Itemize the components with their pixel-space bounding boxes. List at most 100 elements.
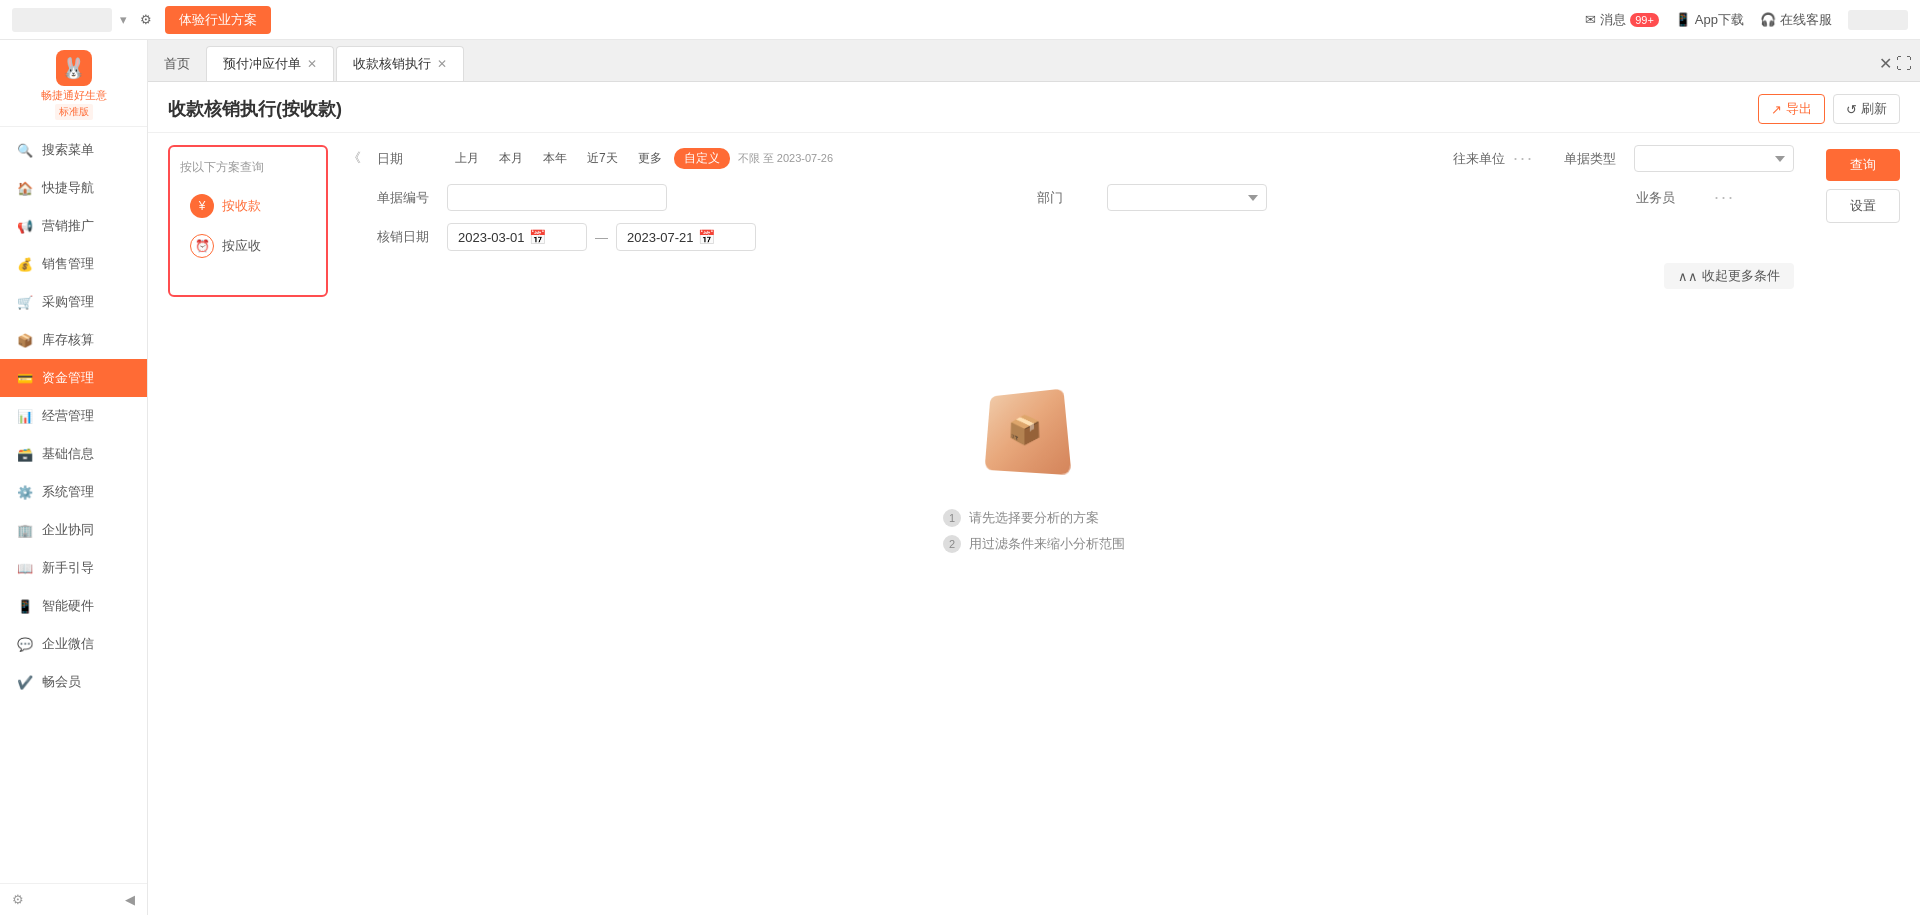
sidebar-item-purchase[interactable]: 🛒 采购管理 bbox=[0, 283, 147, 321]
sidebar-label-basic: 基础信息 bbox=[42, 445, 94, 463]
sidebar-item-guide[interactable]: 📖 新手引导 bbox=[0, 549, 147, 587]
online-service-button[interactable]: 🎧 在线客服 bbox=[1760, 11, 1832, 29]
hint-num-1: 1 bbox=[943, 509, 961, 527]
sidebar-item-search[interactable]: 🔍 搜索菜单 bbox=[0, 131, 147, 169]
filter-panel: 按以下方案查询 ¥ 按收款 ⏰ 按应收 《 bbox=[148, 133, 1920, 309]
app-download-button[interactable]: 📱 App下载 bbox=[1675, 11, 1744, 29]
tab-prepay[interactable]: 预付冲应付单 ✕ bbox=[206, 46, 334, 81]
receivable-option-label: 按应收 bbox=[222, 237, 261, 255]
sidebar-label-wechat: 企业微信 bbox=[42, 635, 94, 653]
sidebar-item-shortcut[interactable]: 🏠 快捷导航 bbox=[0, 169, 147, 207]
dept-select[interactable] bbox=[1107, 184, 1267, 211]
wechat-icon: 💬 bbox=[16, 635, 34, 653]
filter-option-by-receipt[interactable]: ¥ 按收款 bbox=[180, 186, 316, 226]
tab-receipt-verify-close[interactable]: ✕ bbox=[437, 58, 447, 70]
date-hint: 不限 至 2023-07-26 bbox=[738, 151, 833, 166]
tab-home[interactable]: 首页 bbox=[148, 47, 206, 81]
tab-expand-icon[interactable]: ⛶ bbox=[1896, 55, 1912, 73]
sidebar-label-system: 系统管理 bbox=[42, 483, 94, 501]
purchase-icon: 🛒 bbox=[16, 293, 34, 311]
message-button[interactable]: ✉ 消息 99+ bbox=[1585, 11, 1659, 29]
verify-start-value: 2023-03-01 bbox=[458, 230, 525, 245]
verify-end-value: 2023-07-21 bbox=[627, 230, 694, 245]
marketing-icon: 📢 bbox=[16, 217, 34, 235]
message-icon: ✉ bbox=[1585, 12, 1596, 27]
date-tab-this-year[interactable]: 本年 bbox=[535, 148, 575, 169]
page-header-actions: ↗ 导出 ↺ 刷新 bbox=[1758, 94, 1900, 124]
sidebar-label-shortcut: 快捷导航 bbox=[42, 179, 94, 197]
hardware-icon: 📱 bbox=[16, 597, 34, 615]
settings-button[interactable]: 设置 bbox=[1826, 189, 1900, 223]
sidebar-label-finance: 资金管理 bbox=[42, 369, 94, 387]
tab-receipt-verify[interactable]: 收款核销执行 ✕ bbox=[336, 46, 464, 81]
page-title: 收款核销执行(按收款) bbox=[168, 97, 342, 121]
sidebar-collapse-icon[interactable]: ◀ bbox=[125, 892, 135, 907]
receipt-option-icon: ¥ bbox=[190, 194, 214, 218]
calendar-start-icon: 📅 bbox=[529, 229, 546, 245]
date-tab-last-month[interactable]: 上月 bbox=[447, 148, 487, 169]
sidebar-item-operation[interactable]: 📊 经营管理 bbox=[0, 397, 147, 435]
sidebar-item-inventory[interactable]: 📦 库存核算 bbox=[0, 321, 147, 359]
sidebar-logo-icon: 🐰 bbox=[56, 50, 92, 86]
export-icon: ↗ bbox=[1771, 102, 1782, 117]
staff-dots[interactable]: ··· bbox=[1714, 187, 1794, 208]
top-bar-dropdown-arrow[interactable]: ▾ bbox=[120, 12, 127, 27]
online-service-label: 在线客服 bbox=[1780, 11, 1832, 29]
sidebar-item-enterprise[interactable]: 🏢 企业协同 bbox=[0, 511, 147, 549]
sidebar-item-hardware[interactable]: 📱 智能硬件 bbox=[0, 587, 147, 625]
solution-button[interactable]: 体验行业方案 bbox=[165, 6, 271, 34]
empty-state-image: 📦 bbox=[984, 389, 1084, 489]
tab-bar-controls: ✕ ⛶ bbox=[1879, 54, 1920, 81]
sidebar-item-system[interactable]: ⚙️ 系统管理 bbox=[0, 473, 147, 511]
sidebar-label-sales: 销售管理 bbox=[42, 255, 94, 273]
sidebar-item-marketing[interactable]: 📢 营销推广 bbox=[0, 207, 147, 245]
date-sep: — bbox=[595, 230, 608, 245]
sidebar-label-hardware: 智能硬件 bbox=[42, 597, 94, 615]
sidebar-logo-area: 🐰 畅捷通好生意 标准版 bbox=[0, 40, 147, 127]
top-bar-gear-icon[interactable]: ⚙ bbox=[135, 9, 157, 31]
refresh-button[interactable]: ↺ 刷新 bbox=[1833, 94, 1900, 124]
export-button[interactable]: ↗ 导出 bbox=[1758, 94, 1825, 124]
sidebar-label-search: 搜索菜单 bbox=[42, 141, 94, 159]
sidebar-item-sales[interactable]: 💰 销售管理 bbox=[0, 245, 147, 283]
tab-prepay-close[interactable]: ✕ bbox=[307, 58, 317, 70]
tab-close-all-icon[interactable]: ✕ bbox=[1879, 54, 1892, 73]
headset-icon: 🎧 bbox=[1760, 12, 1776, 27]
empty-state: 📦 1 请先选择要分析的方案 2 用过滤条件来缩小分析范围 bbox=[148, 309, 1920, 593]
date-tab-7days[interactable]: 近7天 bbox=[579, 148, 626, 169]
collapse-arrow[interactable]: 《 bbox=[348, 145, 361, 297]
query-button[interactable]: 查询 bbox=[1826, 149, 1900, 181]
date-label: 日期 bbox=[377, 150, 447, 168]
sidebar-label-purchase: 采购管理 bbox=[42, 293, 94, 311]
sidebar-item-finance[interactable]: 💳 资金管理 bbox=[0, 359, 147, 397]
verify-end-date[interactable]: 2023-07-21 📅 bbox=[616, 223, 756, 251]
date-tab-more[interactable]: 更多 bbox=[630, 148, 670, 169]
sidebar-settings-icon[interactable]: ⚙ bbox=[12, 892, 24, 907]
unit-dots[interactable]: ··· bbox=[1513, 148, 1534, 169]
guide-icon: 📖 bbox=[16, 559, 34, 577]
user-avatar[interactable] bbox=[1848, 10, 1908, 30]
app-icon: 📱 bbox=[1675, 12, 1691, 27]
filter-selector-title: 按以下方案查询 bbox=[180, 159, 316, 176]
doc-num-input[interactable] bbox=[447, 184, 667, 211]
doc-type-select[interactable] bbox=[1634, 145, 1794, 172]
search-icon: 🔍 bbox=[16, 141, 34, 159]
sidebar-item-basic[interactable]: 🗃️ 基础信息 bbox=[0, 435, 147, 473]
filter-option-by-receivable[interactable]: ⏰ 按应收 bbox=[180, 226, 316, 266]
refresh-icon: ↺ bbox=[1846, 102, 1857, 117]
collapse-more-button[interactable]: ∧∧ 收起更多条件 bbox=[1664, 263, 1794, 289]
finance-icon: 💳 bbox=[16, 369, 34, 387]
home-icon: 🏠 bbox=[16, 179, 34, 197]
verify-date-label: 核销日期 bbox=[377, 228, 447, 246]
empty-cube: 📦 bbox=[985, 388, 1072, 475]
tab-prepay-label: 预付冲应付单 bbox=[223, 55, 301, 73]
date-tab-custom[interactable]: 自定义 bbox=[674, 148, 730, 169]
page-content: 收款核销执行(按收款) ↗ 导出 ↺ 刷新 bbox=[148, 82, 1920, 915]
sidebar-item-member[interactable]: ✔️ 畅会员 bbox=[0, 663, 147, 701]
date-tab-this-month[interactable]: 本月 bbox=[491, 148, 531, 169]
sidebar-item-wechat[interactable]: 💬 企业微信 bbox=[0, 625, 147, 663]
date-tabs: 上月 本月 本年 近7天 更多 自定义 不限 至 2023-07-26 bbox=[447, 148, 833, 169]
top-bar: ▾ ⚙ 体验行业方案 ✉ 消息 99+ 📱 App下载 🎧 在线客服 bbox=[0, 0, 1920, 40]
receivable-option-icon: ⏰ bbox=[190, 234, 214, 258]
verify-start-date[interactable]: 2023-03-01 📅 bbox=[447, 223, 587, 251]
